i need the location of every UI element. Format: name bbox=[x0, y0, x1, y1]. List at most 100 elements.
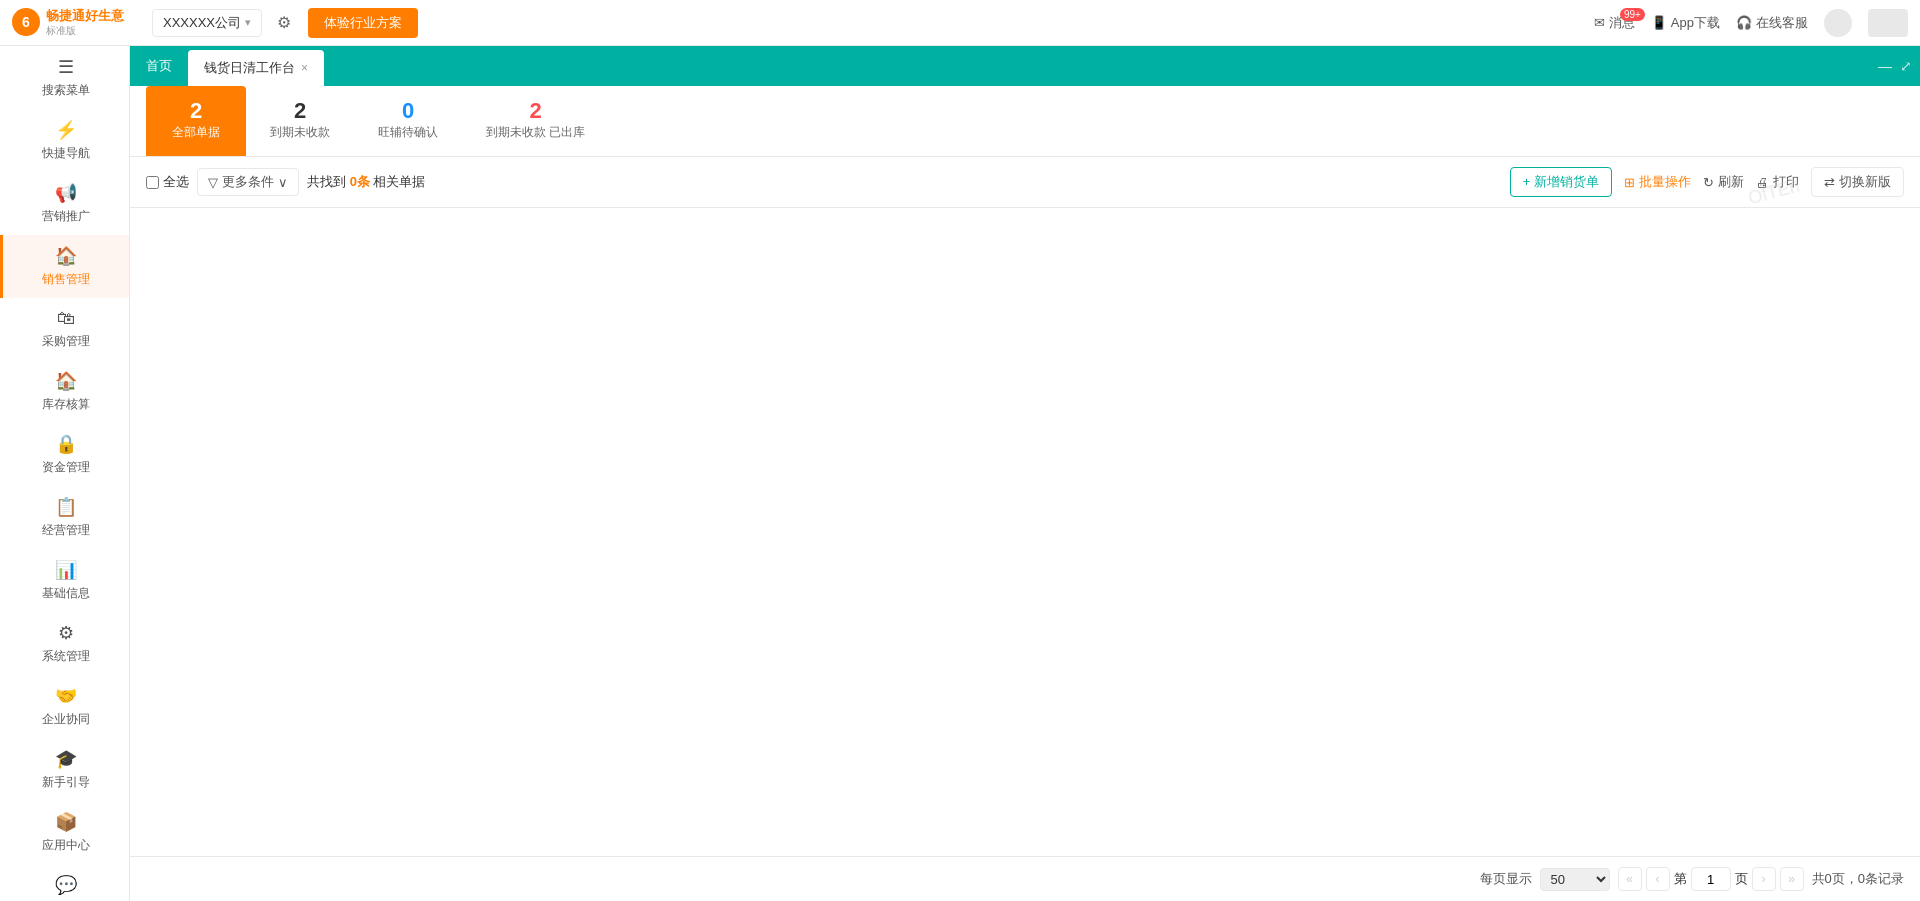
select-all-label: 全选 bbox=[163, 173, 189, 191]
sidebar-item-inventory[interactable]: 🏠 库存核算 bbox=[0, 360, 129, 423]
stat-tab-0[interactable]: 2全部单据 bbox=[146, 86, 246, 156]
inventory-icon: 🏠 bbox=[55, 370, 77, 392]
sidebar-item-wechat[interactable]: 💬企业微信 bbox=[0, 864, 129, 901]
newbie-icon: 🎓 bbox=[55, 748, 77, 770]
tab-qianghuo[interactable]: 钱货日清工作台 × bbox=[188, 50, 324, 86]
refresh-label: 刷新 bbox=[1718, 173, 1744, 191]
message-badge: 99+ bbox=[1620, 8, 1645, 21]
stat-label-0: 全部单据 bbox=[172, 124, 220, 141]
online-service-action[interactable]: 🎧 在线客服 bbox=[1736, 14, 1808, 32]
tab-bar: 首页 钱货日清工作台 × — ⤢ bbox=[130, 46, 1920, 86]
app-center-label: 应用中心 bbox=[42, 837, 90, 854]
new-sale-button[interactable]: + 新增销货单 bbox=[1510, 167, 1612, 197]
user-name-display[interactable] bbox=[1868, 9, 1908, 37]
experience-button[interactable]: 体验行业方案 bbox=[308, 8, 418, 38]
operations-icon: 📋 bbox=[55, 496, 77, 518]
basic-info-icon: 📊 bbox=[55, 559, 77, 581]
stat-number-0: 2 bbox=[190, 98, 202, 124]
logo-text: 畅捷通好生意 标准版 bbox=[46, 8, 124, 38]
finance-icon: 🔒 bbox=[55, 433, 77, 455]
app-center-icon: 📦 bbox=[55, 811, 77, 833]
maximize-icon[interactable]: ⤢ bbox=[1900, 58, 1912, 74]
stat-label-2: 旺辅待确认 bbox=[378, 124, 438, 141]
settings-icon[interactable]: ⚙ bbox=[270, 9, 298, 37]
per-page-label: 每页显示 bbox=[1480, 870, 1532, 888]
filter-chevron: ∨ bbox=[278, 175, 288, 190]
stat-tab-1[interactable]: 2到期未收款 bbox=[246, 86, 354, 156]
sidebar-item-newbie[interactable]: 🎓新手引导 bbox=[0, 738, 129, 801]
logo-line1: 畅捷通好生意 bbox=[46, 8, 124, 25]
sidebar-item-purchase[interactable]: 🛍采购管理 bbox=[0, 298, 129, 360]
batch-op-button[interactable]: ⊞ 批量操作 bbox=[1624, 173, 1691, 191]
page-input[interactable] bbox=[1691, 867, 1731, 891]
quick-nav-label: 快捷导航 bbox=[42, 145, 90, 162]
switch-version-button[interactable]: ⇄ 切换新版 bbox=[1811, 167, 1904, 197]
stat-number-2: 0 bbox=[402, 98, 414, 124]
avatar[interactable] bbox=[1824, 9, 1852, 37]
select-all-input[interactable] bbox=[146, 176, 159, 189]
sidebar-item-quick-nav[interactable]: ⚡快捷导航 bbox=[0, 109, 129, 172]
marketing-label: 营销推广 bbox=[42, 208, 90, 225]
found-text: 共找到 0条 相关单据 bbox=[307, 173, 425, 191]
refresh-icon: ↻ bbox=[1703, 175, 1714, 190]
app-download-action[interactable]: 📱 App下载 bbox=[1651, 14, 1720, 32]
search-menu-icon: ☰ bbox=[58, 56, 74, 78]
page-label: 第 bbox=[1674, 870, 1687, 888]
sidebar-item-finance[interactable]: 🔒资金管理 bbox=[0, 423, 129, 486]
online-service-label: 在线客服 bbox=[1756, 14, 1808, 32]
stat-label-3: 到期未收款 已出库 bbox=[486, 124, 585, 141]
prev-page-button[interactable]: ‹ bbox=[1646, 867, 1670, 891]
basic-info-label: 基础信息 bbox=[42, 585, 90, 602]
toolbar: 全选 ▽ 更多条件 ∨ 共找到 0条 相关单据 + 新增销货单 bbox=[130, 157, 1920, 208]
first-page-button[interactable]: « bbox=[1618, 867, 1642, 891]
page-nav: « ‹ 第 页 › » bbox=[1618, 867, 1804, 891]
batch-icon: ⊞ bbox=[1624, 175, 1635, 190]
active-tab-label: 钱货日清工作台 bbox=[204, 59, 295, 77]
tab-close-icon[interactable]: × bbox=[301, 61, 308, 75]
print-button[interactable]: 🖨 打印 bbox=[1756, 173, 1799, 191]
switch-label: 切换新版 bbox=[1839, 173, 1891, 191]
filter-icon: ▽ bbox=[208, 175, 218, 190]
tab-home[interactable]: 首页 bbox=[130, 46, 188, 86]
stat-number-3: 2 bbox=[530, 98, 542, 124]
toolbar-left: 全选 ▽ 更多条件 ∨ 共找到 0条 相关单据 bbox=[146, 168, 1502, 196]
page-suffix: 页 bbox=[1735, 870, 1748, 888]
sidebar-item-cooperation[interactable]: 🤝企业协同 bbox=[0, 675, 129, 738]
stat-tab-2[interactable]: 0旺辅待确认 bbox=[354, 86, 462, 156]
refresh-button[interactable]: ↻ 刷新 bbox=[1703, 173, 1744, 191]
message-action[interactable]: ✉ 消息 99+ bbox=[1594, 14, 1635, 32]
purchase-icon: 🛍 bbox=[57, 308, 75, 329]
sidebar-item-system[interactable]: ⚙系统管理 bbox=[0, 612, 129, 675]
table-area bbox=[130, 208, 1920, 856]
minimize-icon[interactable]: — bbox=[1878, 58, 1892, 74]
found-suffix: 相关单据 bbox=[373, 174, 425, 189]
page-size-select[interactable]: 50 100 200 bbox=[1540, 868, 1610, 891]
sales-icon: 🏠 bbox=[55, 245, 77, 267]
filter-button[interactable]: ▽ 更多条件 ∨ bbox=[197, 168, 299, 196]
batch-op-label: 批量操作 bbox=[1639, 173, 1691, 191]
sidebar-item-operations[interactable]: 📋经营管理 bbox=[0, 486, 129, 549]
phone-icon: 📱 bbox=[1651, 15, 1667, 30]
select-all-checkbox[interactable]: 全选 bbox=[146, 173, 189, 191]
sidebar-item-basic-info[interactable]: 📊 基础信息 bbox=[0, 549, 129, 612]
page-content: 2全部单据2到期未收款0旺辅待确认2到期未收款 已出库 全选 ▽ 更多条件 ∨ … bbox=[130, 86, 1920, 901]
next-page-button[interactable]: › bbox=[1752, 867, 1776, 891]
company-selector[interactable]: XXXXXX公司 ▾ bbox=[152, 9, 262, 37]
stat-tab-3[interactable]: 2到期未收款 已出库 bbox=[462, 86, 609, 156]
stats-tabs: 2全部单据2到期未收款0旺辅待确认2到期未收款 已出库 bbox=[130, 86, 1920, 157]
wechat-icon: 💬 bbox=[55, 874, 77, 896]
sidebar-item-search-menu[interactable]: ☰ 搜索菜单 bbox=[0, 46, 129, 109]
message-icon: ✉ bbox=[1594, 15, 1605, 30]
stat-label-1: 到期未收款 bbox=[270, 124, 330, 141]
search-menu-label: 搜索菜单 bbox=[42, 82, 90, 99]
sidebar-item-marketing[interactable]: 📢营销推广 bbox=[0, 172, 129, 235]
print-icon: 🖨 bbox=[1756, 175, 1769, 190]
inventory-label: 库存核算 bbox=[42, 396, 90, 413]
last-page-button[interactable]: » bbox=[1780, 867, 1804, 891]
new-sale-label: + 新增销货单 bbox=[1523, 173, 1599, 191]
main-layout: ☰ 搜索菜单 ⚡快捷导航📢营销推广🏠销售管理🛍采购管理 🏠 库存核算 🔒资金管理📋经营管理… bbox=[0, 46, 1920, 901]
logo-line2: 标准版 bbox=[46, 24, 124, 37]
sidebar-item-app-center[interactable]: 📦 应用中心 bbox=[0, 801, 129, 864]
content-area: 首页 钱货日清工作台 × — ⤢ 2全部单据2到期未收款0旺辅待确认2到期未收款… bbox=[130, 46, 1920, 901]
sidebar-item-sales[interactable]: 🏠销售管理 bbox=[0, 235, 129, 298]
